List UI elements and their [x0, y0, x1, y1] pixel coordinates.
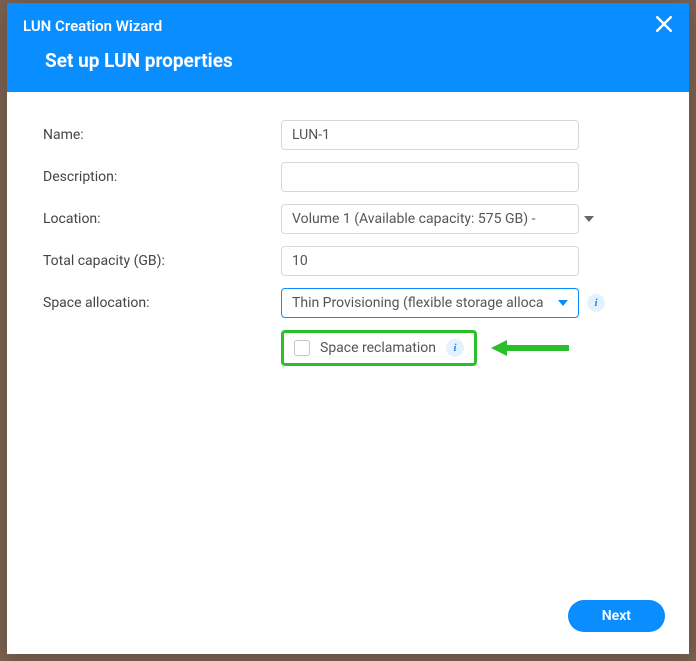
- allocation-label: Space allocation:: [43, 295, 281, 311]
- arrow-left-icon: [491, 338, 569, 358]
- row-location: Location: Volume 1 (Available capacity: …: [43, 204, 653, 234]
- description-label: Description:: [43, 169, 281, 185]
- wizard-title: LUN Creation Wizard: [23, 13, 673, 49]
- lun-creation-wizard: LUN Creation Wizard Set up LUN propertie…: [7, 3, 689, 654]
- name-input[interactable]: [281, 120, 579, 150]
- location-value: Volume 1 (Available capacity: 575 GB) -: [292, 211, 535, 227]
- info-icon[interactable]: i: [587, 294, 605, 312]
- row-space-reclamation: Space reclamation i: [281, 330, 653, 366]
- space-reclamation-checkbox[interactable]: [294, 340, 310, 356]
- row-capacity: Total capacity (GB):: [43, 246, 653, 276]
- allocation-value: Thin Provisioning (flexible storage allo…: [292, 295, 550, 311]
- wizard-subtitle: Set up LUN properties: [23, 49, 673, 72]
- wizard-body: Name: Description: Location: Volume 1 (A…: [7, 92, 689, 588]
- info-icon[interactable]: i: [446, 339, 464, 357]
- highlight-annotation: Space reclamation i: [281, 330, 477, 366]
- close-button[interactable]: [655, 15, 673, 33]
- capacity-label: Total capacity (GB):: [43, 253, 281, 269]
- wizard-footer: Next: [7, 588, 689, 654]
- row-name: Name:: [43, 120, 653, 150]
- next-button[interactable]: Next: [568, 600, 665, 632]
- close-icon: [655, 15, 673, 33]
- description-input[interactable]: [281, 162, 579, 192]
- row-allocation: Space allocation: Thin Provisioning (fle…: [43, 288, 653, 318]
- row-description: Description:: [43, 162, 653, 192]
- name-label: Name:: [43, 127, 281, 143]
- wizard-header: LUN Creation Wizard Set up LUN propertie…: [7, 3, 689, 92]
- location-label: Location:: [43, 211, 281, 227]
- space-reclamation-label: Space reclamation: [320, 340, 436, 356]
- location-select[interactable]: Volume 1 (Available capacity: 575 GB) -: [281, 204, 579, 234]
- arrow-annotation: [491, 338, 569, 358]
- capacity-input[interactable]: [281, 246, 579, 276]
- allocation-select[interactable]: Thin Provisioning (flexible storage allo…: [281, 288, 579, 318]
